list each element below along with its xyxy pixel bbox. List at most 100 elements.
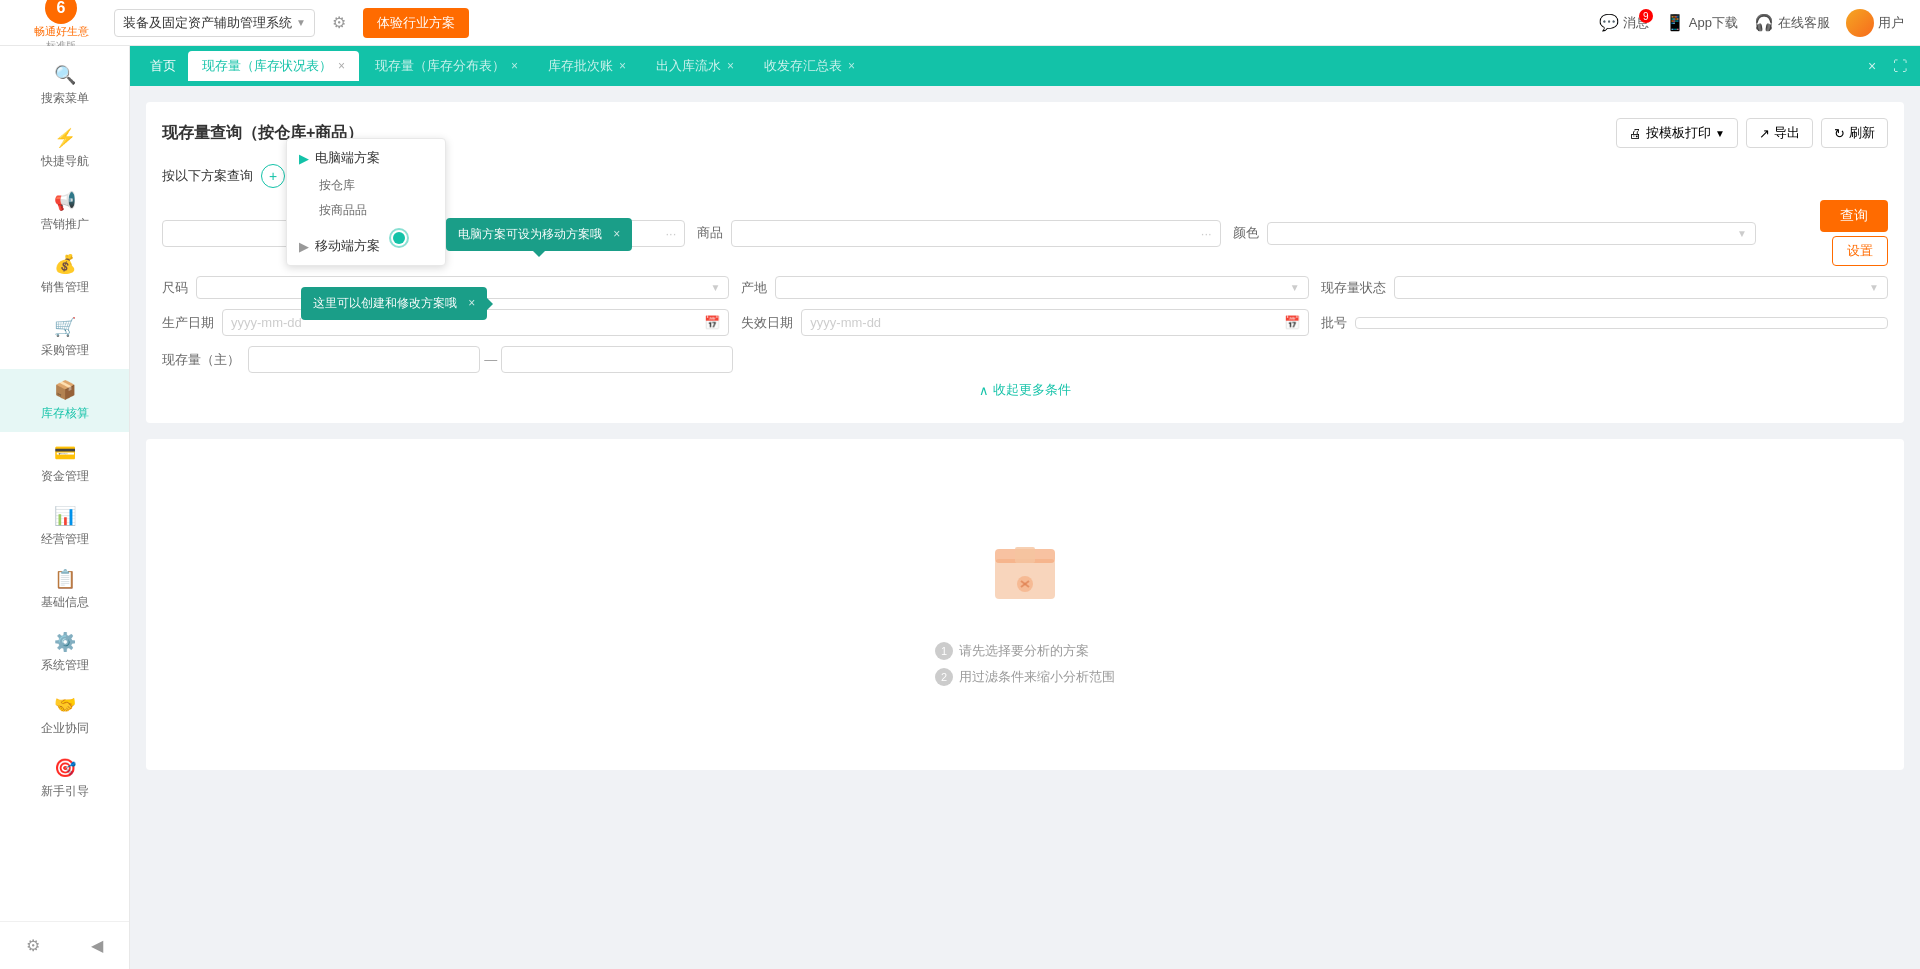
origin-label: 产地 xyxy=(741,279,767,297)
sidebar-item-sys-mgmt[interactable]: ⚙️ 系统管理 xyxy=(0,621,129,684)
search-menu-icon: 🔍 xyxy=(54,64,76,86)
sidebar-item-basic-info[interactable]: 📋 基础信息 xyxy=(0,558,129,621)
product-picker[interactable]: ··· xyxy=(731,220,1220,247)
sidebar-item-sales-promo[interactable]: 📢 营销推广 xyxy=(0,180,129,243)
scheme-sub-items: 按仓库 按商品品 xyxy=(287,173,445,223)
tab-batch-ledger-close[interactable]: × xyxy=(619,59,626,73)
filter-item-batch-no: 批号 xyxy=(1321,314,1888,332)
empty-illustration xyxy=(975,519,1075,622)
tab-receive-ship-close[interactable]: × xyxy=(848,59,855,73)
print-icon: 🖨 xyxy=(1629,126,1642,141)
stock-qty-min[interactable] xyxy=(248,346,480,373)
page-title-actions: 🖨 按模板打印 ▼ ↗ 导出 ↻ 刷新 xyxy=(1616,118,1888,148)
filter-row-4: 现存量（主） — xyxy=(162,346,1888,373)
sidebar-nav: 🔍 搜索菜单 ⚡ 快捷导航 📢 营销推广 💰 销售管理 🛒 采购管理 xyxy=(0,46,129,921)
gear-icon: ⚙ xyxy=(332,13,346,32)
prod-date-label: 生产日期 xyxy=(162,314,214,332)
tab-home[interactable]: 首页 xyxy=(138,51,188,81)
refresh-button[interactable]: ↻ 刷新 xyxy=(1821,118,1888,148)
tooltip-left-close[interactable]: × xyxy=(468,296,475,310)
calendar-icon-exp: 📅 xyxy=(1284,315,1300,330)
chevron-down-color: ▼ xyxy=(1737,228,1747,239)
inventory-calc-icon: 📦 xyxy=(54,379,76,401)
sidebar-item-quick-nav[interactable]: ⚡ 快捷导航 xyxy=(0,117,129,180)
system-title: 装备及固定资产辅助管理系统 xyxy=(123,14,292,32)
empty-state: 1 请先选择要分析的方案 2 用过滤条件来缩小分析范围 xyxy=(146,439,1904,770)
expand-icon-mobile: ▶ xyxy=(299,239,309,254)
tab-receive-ship[interactable]: 收发存汇总表 × xyxy=(750,51,869,81)
sidebar-settings-btn[interactable]: ⚙ xyxy=(20,930,46,961)
sidebar-item-label-sys-mgmt: 系统管理 xyxy=(41,657,89,674)
sidebar-item-label-corp-collab: 企业协同 xyxy=(41,720,89,737)
phone-icon: 📱 xyxy=(1665,13,1685,32)
online-support-label: 在线客服 xyxy=(1778,14,1830,32)
refresh-icon: ↻ xyxy=(1834,126,1845,141)
sidebar-collapse-btn[interactable]: ◀ xyxy=(85,930,109,961)
tooltip-top-close[interactable]: × xyxy=(613,227,620,241)
tab-inventory-dist[interactable]: 现存量（库存分布表） × xyxy=(361,51,532,81)
sidebar-item-inventory-calc[interactable]: 📦 库存核算 xyxy=(0,369,129,432)
user-area[interactable]: 用户 xyxy=(1846,9,1904,37)
tab-home-label: 首页 xyxy=(150,58,176,73)
tab-in-out-flow[interactable]: 出入库流水 × xyxy=(642,51,748,81)
message-badge: 9 xyxy=(1639,9,1653,23)
basic-info-icon: 📋 xyxy=(54,568,76,590)
purchase-mgmt-icon: 🛒 xyxy=(54,316,76,338)
corp-collab-icon: 🤝 xyxy=(54,694,76,716)
sidebar-item-label-search-menu: 搜索菜单 xyxy=(41,90,89,107)
sidebar-item-newbie-guide[interactable]: 🎯 新手引导 xyxy=(0,747,129,810)
origin-select[interactable]: ▼ xyxy=(775,276,1308,299)
settings-icon-btn[interactable]: ⚙ xyxy=(323,7,355,39)
tab-fullscreen-btn[interactable]: ⛶ xyxy=(1888,54,1912,78)
exp-date-label: 失效日期 xyxy=(741,314,793,332)
print-button[interactable]: 🖨 按模板打印 ▼ xyxy=(1616,118,1738,148)
filter-item-exp-date: 失效日期 yyyy-mm-dd 📅 xyxy=(741,309,1308,336)
scheme-sub-product[interactable]: 按商品品 xyxy=(307,198,445,223)
tab-close-all-btn[interactable]: × xyxy=(1860,54,1884,78)
sidebar-item-finance-mgmt[interactable]: 💳 资金管理 xyxy=(0,432,129,495)
exp-date-input[interactable]: yyyy-mm-dd 📅 xyxy=(801,309,1308,336)
stock-status-select[interactable]: ▼ xyxy=(1394,276,1888,299)
sales-mgmt-icon: 💰 xyxy=(54,253,76,275)
tab-inventory-dist-close[interactable]: × xyxy=(511,59,518,73)
tab-batch-ledger[interactable]: 库存批次账 × xyxy=(534,51,640,81)
collapse-button[interactable]: ∧ 收起更多条件 xyxy=(979,381,1071,399)
stock-status-label: 现存量状态 xyxy=(1321,279,1386,297)
tab-inventory-status[interactable]: 现存量（库存状况表） × xyxy=(188,51,359,81)
sidebar-item-purchase-mgmt[interactable]: 🛒 采购管理 xyxy=(0,306,129,369)
scheme-desktop-expand[interactable]: ▶ 电脑端方案 xyxy=(287,143,445,173)
set-button[interactable]: 设置 xyxy=(1832,236,1888,266)
newbie-guide-icon: 🎯 xyxy=(54,757,76,779)
empty-step-1-label: 请先选择要分析的方案 xyxy=(959,638,1089,664)
tab-inventory-status-close[interactable]: × xyxy=(338,59,345,73)
sidebar-item-search-menu[interactable]: 🔍 搜索菜单 xyxy=(0,54,129,117)
batch-no-input[interactable] xyxy=(1355,317,1888,329)
stock-qty-max[interactable] xyxy=(501,346,733,373)
message-button[interactable]: 💬 消息 9 xyxy=(1599,13,1649,32)
sidebar-item-corp-collab[interactable]: 🤝 企业协同 xyxy=(0,684,129,747)
chevron-down-origin: ▼ xyxy=(1290,282,1300,293)
search-button[interactable]: 查询 xyxy=(1820,200,1888,232)
sidebar-item-sales-mgmt[interactable]: 💰 销售管理 xyxy=(0,243,129,306)
range-separator: — xyxy=(484,352,497,367)
export-button[interactable]: ↗ 导出 xyxy=(1746,118,1813,148)
sidebar-item-ops-mgmt[interactable]: 📊 经营管理 xyxy=(0,495,129,558)
sidebar-item-label-newbie-guide: 新手引导 xyxy=(41,783,89,800)
sidebar-item-label-sales-promo: 营销推广 xyxy=(41,216,89,233)
system-select[interactable]: 装备及固定资产辅助管理系统 ▼ xyxy=(114,9,315,37)
app-download-button[interactable]: 📱 App下载 xyxy=(1665,13,1738,32)
avatar xyxy=(1846,9,1874,37)
online-support-button[interactable]: 🎧 在线客服 xyxy=(1754,13,1830,32)
filter-add-btn[interactable]: + xyxy=(261,164,285,188)
scheme-sub-warehouse[interactable]: 按仓库 xyxy=(307,173,445,198)
trial-button[interactable]: 体验行业方案 xyxy=(363,8,469,38)
top-bar: 6 畅通好生意 标准版 装备及固定资产辅助管理系统 ▼ ⚙ 体验行业方案 💬 消… xyxy=(0,0,1920,46)
scheme-mobile-expand[interactable]: ▶ 移动端方案 xyxy=(287,231,445,261)
user-label: 用户 xyxy=(1878,14,1904,32)
color-label: 颜色 xyxy=(1233,224,1259,242)
empty-step-2-label: 用过滤条件来缩小分析范围 xyxy=(959,664,1115,690)
color-select[interactable]: ▼ xyxy=(1267,222,1756,245)
tab-in-out-flow-close[interactable]: × xyxy=(727,59,734,73)
chevron-down-icon: ▼ xyxy=(1715,128,1725,139)
sidebar-item-label-ops-mgmt: 经营管理 xyxy=(41,531,89,548)
